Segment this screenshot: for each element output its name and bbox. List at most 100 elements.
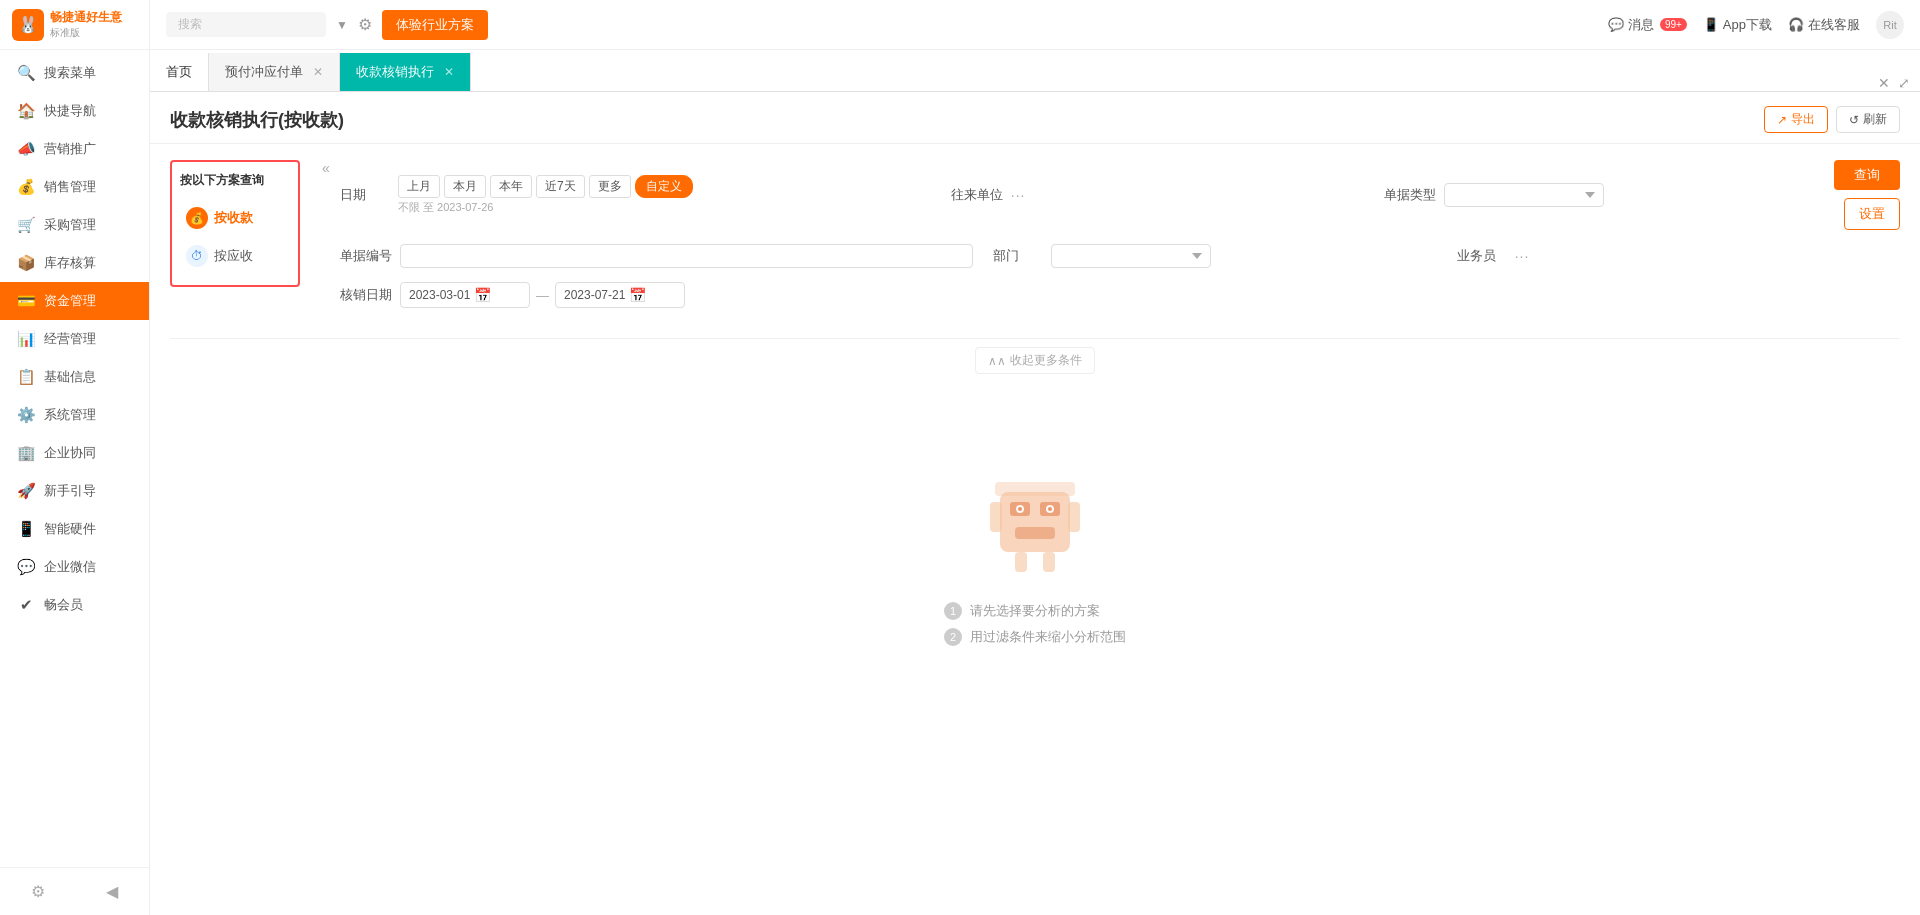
tab-collection-label: 收款核销执行 <box>356 63 434 81</box>
sidebar-item-guide[interactable]: 🚀 新手引导 <box>0 472 149 510</box>
app-logo-icon: 🐰 <box>12 9 44 41</box>
online-service-item[interactable]: 🎧 在线客服 <box>1788 16 1860 34</box>
sidebar: 🐰 畅捷通好生意 标准版 🔍 搜索菜单 🏠 快捷导航 📣 营销推广 💰 销售管理… <box>0 0 150 915</box>
guide-icon: 🚀 <box>16 482 36 500</box>
tab-close-all-icon[interactable]: ✕ <box>1878 75 1890 91</box>
sidebar-item-wechat[interactable]: 💬 企业微信 <box>0 548 149 586</box>
svg-point-11 <box>1048 507 1052 511</box>
export-label: 导出 <box>1791 111 1815 128</box>
filter-field-dept: 部门 <box>993 244 1436 268</box>
svg-rect-4 <box>990 502 1002 532</box>
tab-prepay-label: 预付冲应付单 <box>225 63 303 81</box>
date-btn-this-year[interactable]: 本年 <box>490 175 532 198</box>
sidebar-label: 畅会员 <box>44 596 83 614</box>
sidebar-item-base-info[interactable]: 📋 基础信息 <box>0 358 149 396</box>
system-icon: ⚙️ <box>16 406 36 424</box>
verify-date-end: 2023-07-21 <box>564 288 625 302</box>
calendar-start-icon: 📅 <box>474 287 491 303</box>
topbar-left: 搜索 ▼ ⚙ 体验行业方案 <box>166 10 488 40</box>
verify-date-end-box[interactable]: 2023-07-21 📅 <box>555 282 685 308</box>
sidebar-item-member[interactable]: ✔ 畅会员 <box>0 586 149 624</box>
sidebar-footer: ⚙ ◀ <box>0 867 149 915</box>
tab-prepay-close[interactable]: ✕ <box>313 65 323 79</box>
filter-field-doc-type: 单据类型 <box>1384 183 1798 207</box>
date-range-sep: — <box>536 288 549 303</box>
dept-select[interactable] <box>1051 244 1211 268</box>
collapse-more-section: ∧∧ 收起更多条件 <box>150 339 1920 382</box>
settings-footer-icon[interactable]: ⚙ <box>25 876 51 907</box>
sidebar-label: 智能硬件 <box>44 520 96 538</box>
page-header-actions: ↗ 导出 ↺ 刷新 <box>1764 106 1900 133</box>
date-label: 日期 <box>340 186 390 204</box>
setting-button[interactable]: 设置 <box>1844 198 1900 230</box>
base-info-icon: 📋 <box>16 368 36 386</box>
tab-fullscreen-icon[interactable]: ⤢ <box>1898 75 1910 91</box>
user-avatar[interactable]: Rit <box>1876 11 1904 39</box>
page-title: 收款核销执行(按收款) <box>170 108 344 132</box>
query-button[interactable]: 查询 <box>1834 160 1900 190</box>
date-btn-7days[interactable]: 近7天 <box>536 175 585 198</box>
search-icon: 🔍 <box>16 64 36 82</box>
filter-option-by-collection[interactable]: 💰 按收款 <box>180 199 290 237</box>
sidebar-item-operation[interactable]: 📊 经营管理 <box>0 320 149 358</box>
verify-date-start-box[interactable]: 2023-03-01 📅 <box>400 282 530 308</box>
sidebar-item-hardware[interactable]: 📱 智能硬件 <box>0 510 149 548</box>
tip1-text: 请先选择要分析的方案 <box>970 602 1100 620</box>
empty-robot-illustration <box>975 462 1095 582</box>
date-btn-this-month[interactable]: 本月 <box>444 175 486 198</box>
export-button[interactable]: ↗ 导出 <box>1764 106 1828 133</box>
message-icon: 💬 <box>1608 17 1624 32</box>
filter-row-3: 核销日期 2023-03-01 📅 — 2023-07-21 📅 <box>340 282 1900 308</box>
sidebar-item-search[interactable]: 🔍 搜索菜单 <box>0 54 149 92</box>
tab-collection[interactable]: 收款核销执行 ✕ <box>340 53 471 91</box>
sidebar-label: 快捷导航 <box>44 102 96 120</box>
action-buttons: 查询 设置 <box>1818 160 1900 230</box>
filter-field-staff: 业务员 ··· <box>1457 247 1900 265</box>
sidebar-item-purchase[interactable]: 🛒 采购管理 <box>0 206 149 244</box>
topbar-gear-icon[interactable]: ⚙ <box>358 15 372 34</box>
svg-rect-6 <box>1015 552 1027 572</box>
topbar-dropdown-arrow[interactable]: ▼ <box>336 18 348 32</box>
sidebar-nav: 🔍 搜索菜单 🏠 快捷导航 📣 营销推广 💰 销售管理 🛒 采购管理 📦 库存核… <box>0 50 149 867</box>
filter-collapse-button[interactable]: « <box>316 160 336 176</box>
user-name: Rit <box>1883 19 1896 31</box>
sidebar-item-quick-nav[interactable]: 🏠 快捷导航 <box>0 92 149 130</box>
sidebar-item-sales[interactable]: 💰 销售管理 <box>0 168 149 206</box>
sidebar-item-system[interactable]: ⚙️ 系统管理 <box>0 396 149 434</box>
app-download-item[interactable]: 📱 App下载 <box>1703 16 1772 34</box>
sidebar-item-enterprise[interactable]: 🏢 企业协同 <box>0 434 149 472</box>
refresh-button[interactable]: ↺ 刷新 <box>1836 106 1900 133</box>
sidebar-item-funds[interactable]: 💳 资金管理 <box>0 282 149 320</box>
svg-rect-5 <box>1068 502 1080 532</box>
tab-prepay[interactable]: 预付冲应付单 ✕ <box>209 53 340 91</box>
tab-home[interactable]: 首页 <box>150 53 209 91</box>
enterprise-icon: 🏢 <box>16 444 36 462</box>
sidebar-label: 企业微信 <box>44 558 96 576</box>
wechat-icon: 💬 <box>16 558 36 576</box>
staff-dots: ··· <box>1515 248 1530 264</box>
date-btn-custom[interactable]: 自定义 <box>635 175 693 198</box>
date-btn-more[interactable]: 更多 <box>589 175 631 198</box>
svg-point-10 <box>1018 507 1022 511</box>
tab-collection-close[interactable]: ✕ <box>444 65 454 79</box>
tip2-number: 2 <box>944 628 962 646</box>
date-to-text: 至 2023-07-26 <box>423 201 493 213</box>
filter-option-by-receivable[interactable]: ⏱ 按应收 <box>180 237 290 275</box>
tip1-number: 1 <box>944 602 962 620</box>
filter-row-2: 单据编号 部门 业务员 ··· <box>340 244 1900 268</box>
message-item[interactable]: 💬 消息 99+ <box>1608 16 1687 34</box>
collapse-sidebar-icon[interactable]: ◀ <box>100 876 124 907</box>
solution-button[interactable]: 体验行业方案 <box>382 10 488 40</box>
funds-icon: 💳 <box>16 292 36 310</box>
doc-no-input[interactable] <box>400 244 973 268</box>
date-range: 2023-03-01 📅 — 2023-07-21 📅 <box>400 282 685 308</box>
home-icon: 🏠 <box>16 102 36 120</box>
svg-rect-0 <box>1000 492 1070 552</box>
staff-label: 业务员 <box>1457 247 1507 265</box>
sidebar-item-inventory[interactable]: 📦 库存核算 <box>0 244 149 282</box>
sidebar-item-marketing[interactable]: 📣 营销推广 <box>0 130 149 168</box>
doc-type-label: 单据类型 <box>1384 186 1436 204</box>
collapse-more-button[interactable]: ∧∧ 收起更多条件 <box>975 347 1095 374</box>
date-btn-last-month[interactable]: 上月 <box>398 175 440 198</box>
doc-type-select[interactable] <box>1444 183 1604 207</box>
